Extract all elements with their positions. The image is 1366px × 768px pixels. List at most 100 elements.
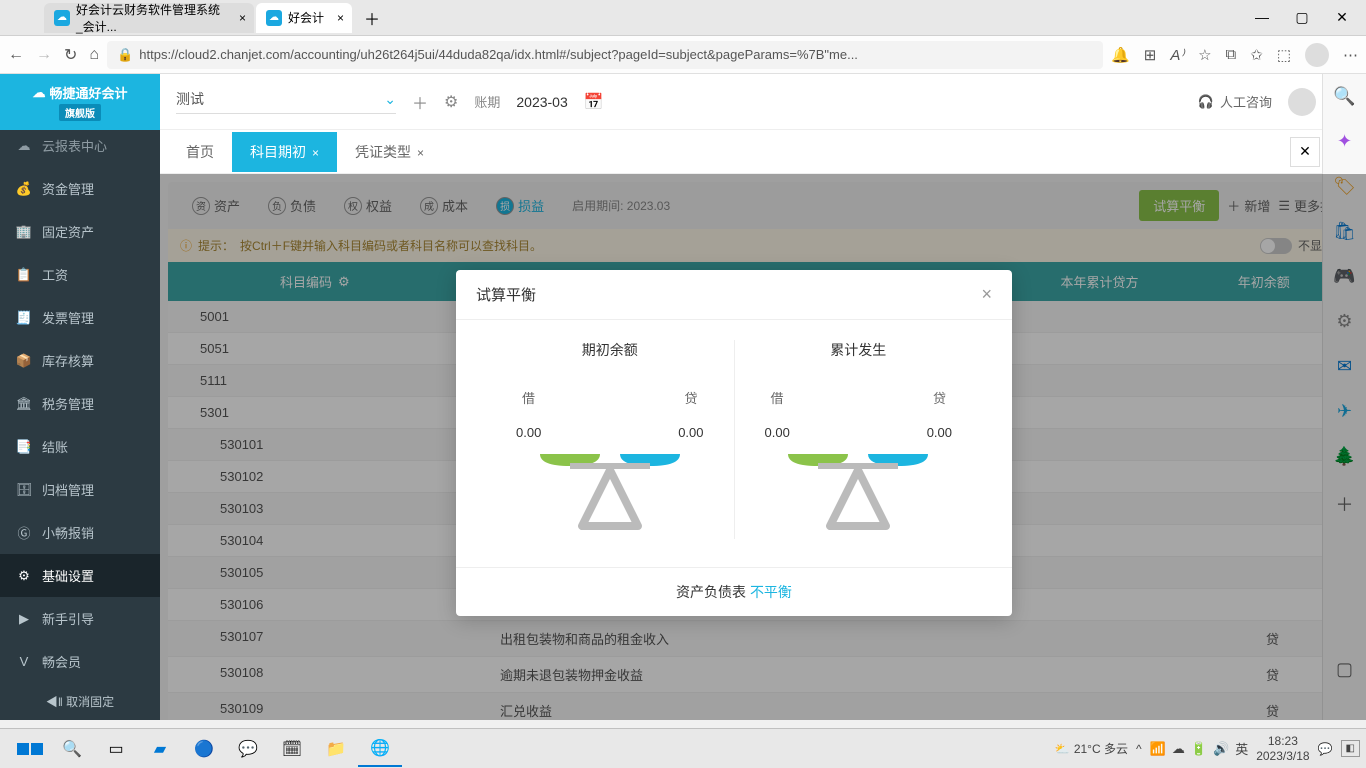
consult-button[interactable]: 🎧人工咨询 bbox=[1198, 92, 1272, 111]
sidebar-unpin[interactable]: ◀‖ 取消固定 bbox=[0, 683, 160, 720]
sidebar-item-fund[interactable]: 💰资金管理 bbox=[0, 167, 160, 210]
sidebar-item-report[interactable]: ☁云报表中心 bbox=[0, 124, 160, 167]
weather-widget[interactable]: ⛅21°C 多云 bbox=[1055, 740, 1128, 757]
refresh-button[interactable]: ↻ bbox=[64, 45, 77, 65]
sidebar-item-inventory[interactable]: 📦库存核算 bbox=[0, 339, 160, 382]
period-label: 账期 bbox=[474, 92, 500, 111]
split-icon[interactable]: ⧉ bbox=[1226, 46, 1237, 63]
inventory-icon: 📦 bbox=[16, 353, 32, 369]
company-selector[interactable]: 测试 ⌄ bbox=[176, 89, 396, 114]
avatar bbox=[1288, 88, 1316, 116]
battery-icon[interactable]: 🔋 bbox=[1191, 741, 1207, 757]
fund-icon: 💰 bbox=[16, 181, 32, 197]
topbar: 测试 ⌄ ＋ ⚙ 账期 2023-03 📅 🎧人工咨询 用友 bbox=[160, 74, 1366, 130]
taskbar-chrome[interactable]: 🔵 bbox=[182, 731, 226, 767]
url-text: https://cloud2.chanjet.com/accounting/uh… bbox=[139, 47, 858, 62]
close-icon[interactable]: × bbox=[337, 11, 344, 25]
read-aloud-icon[interactable]: A⁾ bbox=[1170, 46, 1184, 64]
profile-icon[interactable] bbox=[1305, 43, 1329, 67]
tab-favicon-icon: ☁ bbox=[54, 10, 70, 26]
asset-icon: 🏢 bbox=[16, 224, 32, 240]
collections-icon[interactable]: ⊞ bbox=[1144, 46, 1157, 64]
balance-column-cumulative: 累计发生 借贷 0.000.00 bbox=[735, 340, 983, 539]
sidebar-item-settings[interactable]: ⚙基础设置 bbox=[0, 554, 160, 597]
taskbar-explorer[interactable]: 📁 bbox=[314, 731, 358, 767]
member-icon: V bbox=[16, 654, 32, 670]
sidebar-item-archive[interactable]: 🗄归档管理 bbox=[0, 468, 160, 511]
balance-column-opening: 期初余额 借贷 0.000.00 bbox=[486, 340, 735, 539]
page-tabs: 首页 科目期初× 凭证类型× ✕ ⛶ bbox=[160, 130, 1366, 174]
maximize-button[interactable]: ▢ bbox=[1282, 9, 1322, 26]
add-company-button[interactable]: ＋ bbox=[412, 90, 428, 114]
tab-title: 好会计 bbox=[288, 9, 324, 26]
window-controls: — ▢ ✕ bbox=[1242, 9, 1362, 26]
volume-icon[interactable]: 🔊 bbox=[1213, 741, 1229, 757]
ime-indicator[interactable]: 英 bbox=[1235, 739, 1248, 758]
browser-tab-1[interactable]: ☁ 好会计云财务软件管理系统_会计... × bbox=[44, 3, 254, 33]
cloud-sync-icon[interactable]: ☁ bbox=[1172, 741, 1185, 757]
cloud-icon: ☁ bbox=[32, 85, 45, 101]
clock[interactable]: 18:23 2023/3/18 bbox=[1256, 734, 1309, 763]
invoice-icon: 🧾 bbox=[16, 310, 32, 326]
balance-scale-icon bbox=[758, 444, 958, 534]
balance-scale-icon bbox=[510, 444, 710, 534]
wifi-icon[interactable]: 📶 bbox=[1150, 741, 1166, 757]
favorite-icon[interactable]: ☆ bbox=[1198, 46, 1211, 64]
forward-button[interactable]: → bbox=[36, 46, 52, 64]
guide-icon: ▶ bbox=[16, 611, 32, 627]
browser-tabs-bar: ☁ 好会计云财务软件管理系统_会计... × ☁ 好会计 × ＋ — ▢ ✕ bbox=[0, 0, 1366, 36]
menu-icon[interactable]: ⋯ bbox=[1343, 46, 1358, 64]
taskbar-edge[interactable]: 🌐 bbox=[358, 731, 402, 767]
close-icon[interactable]: × bbox=[312, 146, 319, 160]
start-button[interactable] bbox=[6, 731, 50, 767]
new-tab-button[interactable]: ＋ bbox=[354, 6, 390, 30]
sidebar-item-invoice[interactable]: 🧾发票管理 bbox=[0, 296, 160, 339]
sidebar-item-tax[interactable]: 🏛税务管理 bbox=[0, 382, 160, 425]
sidebar-item-close[interactable]: 📑结账 bbox=[0, 425, 160, 468]
task-view-button[interactable]: ▭ bbox=[94, 731, 138, 767]
minimize-button[interactable]: — bbox=[1242, 9, 1282, 26]
headset-icon: 🎧 bbox=[1198, 94, 1214, 110]
tab-home[interactable]: 首页 bbox=[168, 132, 232, 172]
search-icon[interactable]: 🔍 bbox=[1333, 86, 1355, 107]
tab-voucher[interactable]: 凭证类型× bbox=[337, 132, 442, 172]
favorites-bar-icon[interactable]: ✩ bbox=[1250, 46, 1263, 64]
extensions-icon[interactable]: ⬚ bbox=[1277, 46, 1291, 64]
sidebar-item-expense[interactable]: Ⓖ小畅报销 bbox=[0, 511, 160, 554]
modal-close-button[interactable]: × bbox=[981, 284, 992, 305]
back-button[interactable]: ← bbox=[8, 46, 24, 64]
close-period-icon: 📑 bbox=[16, 439, 32, 455]
tray-overflow-icon[interactable]: ^ bbox=[1136, 742, 1142, 756]
balance-sheet-link[interactable]: 不平衡 bbox=[750, 584, 792, 600]
sidebar-item-asset[interactable]: 🏢固定资产 bbox=[0, 210, 160, 253]
tab-subject[interactable]: 科目期初× bbox=[232, 132, 337, 172]
expense-icon: Ⓖ bbox=[16, 525, 32, 541]
chevron-down-icon: ⌄ bbox=[384, 91, 396, 108]
salary-icon: 📋 bbox=[16, 267, 32, 283]
close-window-button[interactable]: ✕ bbox=[1322, 9, 1362, 26]
home-button[interactable]: ⌂ bbox=[89, 46, 99, 64]
url-bar: ← → ↻ ⌂ 🔒 https://cloud2.chanjet.com/acc… bbox=[0, 36, 1366, 74]
close-all-tabs-button[interactable]: ✕ bbox=[1290, 137, 1320, 167]
sidebar-item-salary[interactable]: 📋工资 bbox=[0, 253, 160, 296]
browser-tab-2[interactable]: ☁ 好会计 × bbox=[256, 3, 352, 33]
sidebar: ☁畅捷通好会计 旗舰版 ☁云报表中心 💰资金管理 🏢固定资产 📋工资 🧾发票管理… bbox=[0, 74, 160, 720]
close-icon[interactable]: × bbox=[417, 146, 424, 160]
search-button[interactable]: 🔍 bbox=[50, 731, 94, 767]
taskbar-wechat[interactable]: 💬 bbox=[226, 731, 270, 767]
taskbar-calendar[interactable]: 🗓 bbox=[270, 731, 314, 767]
star-icon[interactable]: ✦ bbox=[1337, 131, 1352, 152]
url-input[interactable]: 🔒 https://cloud2.chanjet.com/accounting/… bbox=[107, 41, 1103, 69]
trial-balance-modal: 试算平衡 × 期初余额 借贷 0.000.00 累计发生 借贷 0.000.00 bbox=[456, 270, 1012, 616]
notification-icon[interactable]: 🔔 bbox=[1111, 46, 1130, 64]
close-icon[interactable]: × bbox=[239, 11, 246, 25]
period-value: 2023-03 bbox=[516, 94, 567, 110]
windows-taskbar: 🔍 ▭ ▰ 🔵 💬 🗓 📁 🌐 ⛅21°C 多云 ^ 📶 ☁ 🔋 🔊 英 18:… bbox=[0, 728, 1366, 768]
taskbar-app-1[interactable]: ▰ bbox=[138, 731, 182, 767]
calendar-icon[interactable]: 📅 bbox=[584, 92, 604, 112]
sidebar-item-member[interactable]: V畅会员 bbox=[0, 640, 160, 683]
sidebar-item-guide[interactable]: ▶新手引导 bbox=[0, 597, 160, 640]
notification-center-icon[interactable]: 💬 bbox=[1318, 742, 1333, 756]
settings-icon[interactable]: ⚙ bbox=[444, 92, 458, 112]
panel-toggle-icon[interactable]: ◧ bbox=[1341, 740, 1360, 757]
